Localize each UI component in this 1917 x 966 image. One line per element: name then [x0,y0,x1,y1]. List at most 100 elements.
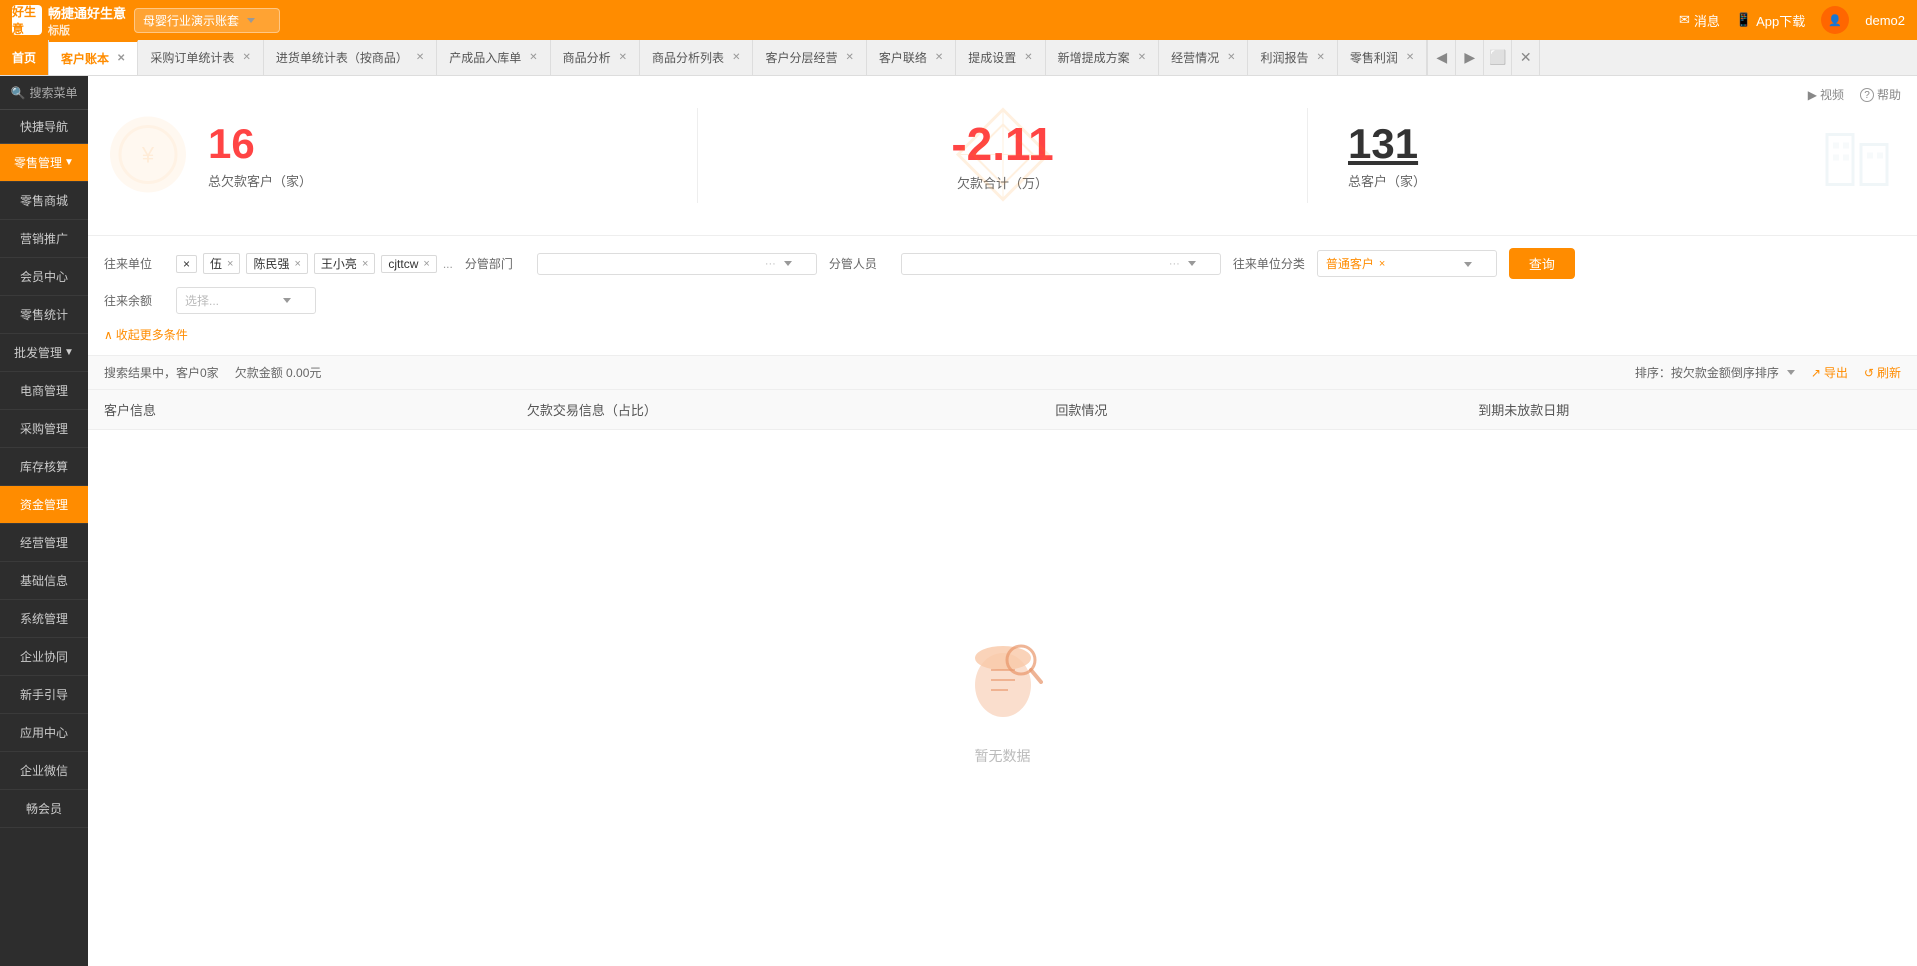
person-select[interactable]: ··· [901,253,1221,275]
remove-unit-class[interactable]: × [1379,258,1385,270]
sort-chevron-icon [1787,370,1795,375]
sidebar-item-wholesale-mgmt[interactable]: 批发管理 ▼ [0,334,88,372]
sort-select[interactable]: 排序：按欠款金额倒序排序 [1635,364,1795,381]
sidebar-item-system-mgmt[interactable]: 系统管理 [0,600,88,638]
balance-select[interactable]: 选择... [176,287,316,314]
tab-business-status[interactable]: 经营情况 ✕ [1159,40,1248,75]
tab-purchase-order[interactable]: 采购订单统计表 ✕ [138,40,263,75]
logo-icon: 好生意 [12,5,42,35]
message-btn[interactable]: ✉ 消息 [1679,11,1720,30]
tab-production-inbound[interactable]: 产成品入库单 ✕ [437,40,550,75]
top-bar-left: 好生意 畅捷通好生意 标版 母婴行业演示账套 [12,3,280,38]
remove-tag-cjttcw[interactable]: × [423,258,429,270]
tab-inbound-by-product[interactable]: 进货单统计表（按商品） ✕ [264,40,437,75]
sidebar-search[interactable]: 🔍 搜索菜单 [0,76,88,110]
person-clear-icon[interactable]: ··· [1169,258,1180,270]
close-tab-icon[interactable]: ✕ [845,52,853,63]
sidebar-item-retail-stats[interactable]: 零售统计 [0,296,88,334]
help-btn[interactable]: ? 帮助 [1860,86,1901,103]
tab-customer-contact[interactable]: 客户联络 ✕ [867,40,956,75]
tab-profit-report[interactable]: 利润报告 ✕ [1248,40,1337,75]
close-tab-icon[interactable]: ✕ [732,52,740,63]
tab-home[interactable]: 首页 [0,40,49,75]
app-download-btn[interactable]: 📱 App下载 [1736,11,1805,30]
template-selector[interactable]: 母婴行业演示账套 [134,8,280,33]
nav-close-all-btn[interactable]: ✕ [1512,40,1540,75]
sidebar-item-chang-member[interactable]: 畅会员 [0,790,88,828]
nav-next-btn[interactable]: ▶ [1456,40,1484,75]
unit-class-tag: 普通客户 × [1326,255,1385,272]
tab-add-commission[interactable]: 新增提成方案 ✕ [1046,40,1159,75]
sidebar-item-ecommerce[interactable]: 电商管理 [0,372,88,410]
sidebar-item-enterprise-collab[interactable]: 企业协同 [0,638,88,676]
dept-chevron-icon [784,261,792,266]
sidebar-quick-nav[interactable]: 快捷导航 [0,110,88,144]
nav-prev-btn[interactable]: ◀ [1428,40,1456,75]
close-tab-icon[interactable]: ✕ [529,52,537,63]
close-tab-icon[interactable]: ✕ [1406,52,1414,63]
stat-debt-amount: -2.11 欠款合计（万） [698,99,1307,213]
expand-icon: ▼ [64,157,74,168]
collapse-btn[interactable]: ∧ 收起更多条件 [104,326,1901,343]
close-tab-icon[interactable]: ✕ [1317,52,1325,63]
remove-tag-wang[interactable]: × [362,258,368,270]
close-tab-icon[interactable]: ✕ [117,53,125,64]
user-avatar[interactable]: 👤 [1821,6,1849,34]
sidebar-item-basic-info[interactable]: 基础信息 [0,562,88,600]
refresh-btn[interactable]: ↺ 刷新 [1864,364,1901,381]
export-icon: ↗ [1811,366,1821,380]
stat-total-customers: 131 总客户（家） [1308,101,1917,210]
close-tab-icon[interactable]: ✕ [619,52,627,63]
sidebar: 🔍 搜索菜单 快捷导航 零售管理 ▼ 零售商城 营销推广 会员中心 零售统计 批… [0,76,88,966]
sidebar-item-inventory[interactable]: 库存核算 [0,448,88,486]
close-tab-icon[interactable]: ✕ [416,52,424,63]
more-tags-btn[interactable]: ... [443,257,453,271]
video-btn[interactable]: ▶ 视频 [1808,86,1844,103]
remove-tag-wu[interactable]: × [227,258,233,270]
sidebar-item-purchase-mgmt[interactable]: 采购管理 [0,410,88,448]
total-customers-label: 总客户（家） [1348,171,1426,190]
close-tab-icon[interactable]: ✕ [1024,52,1032,63]
top-bar: 好生意 畅捷通好生意 标版 母婴行业演示账套 ✉ 消息 📱 App下载 👤 de… [0,0,1917,40]
close-tab-icon[interactable]: ✕ [1227,52,1235,63]
search-label: 搜索菜单 [29,84,77,101]
close-tab-icon[interactable]: ✕ [935,52,943,63]
close-tab-icon[interactable]: ✕ [242,52,250,63]
sidebar-item-retail-mall[interactable]: 零售商城 [0,182,88,220]
col-debt-info: 欠款交易信息（占比） [527,400,1056,419]
quick-nav-label: 快捷导航 [20,120,68,134]
dept-select[interactable]: ··· [537,253,817,275]
sidebar-item-new-guide[interactable]: 新手引导 [0,676,88,714]
unit-all-tag: × [176,255,197,273]
message-icon: ✉ [1679,12,1690,28]
balance-chevron-icon [283,298,291,303]
close-tab-icon[interactable]: ✕ [1138,52,1146,63]
dept-clear-icon[interactable]: ··· [765,258,776,270]
tab-commission-settings[interactable]: 提成设置 ✕ [956,40,1045,75]
tab-product-analysis[interactable]: 商品分析 ✕ [551,40,640,75]
sidebar-item-operation-mgmt[interactable]: 经营管理 [0,524,88,562]
unit-class-select[interactable]: 普通客户 × [1317,250,1497,277]
username[interactable]: demo2 [1865,13,1905,28]
sidebar-item-enterprise-wechat[interactable]: 企业微信 [0,752,88,790]
balance-label: 往来余额 [104,292,164,309]
diamond-bg-icon [953,104,1053,207]
filter-row-1: 往来单位 × 伍 × 陈民强 × 王小亮 × [104,248,1901,279]
building-bg-icon [1817,114,1897,197]
sidebar-item-app-center[interactable]: 应用中心 [0,714,88,752]
sidebar-item-retail-mgmt[interactable]: 零售管理 ▼ [0,144,88,182]
tab-customer-tier[interactable]: 客户分层经营 ✕ [753,40,866,75]
tab-retail-profit[interactable]: 零售利润 ✕ [1338,40,1427,75]
remove-tag-chen[interactable]: × [294,258,300,270]
debt-customers-number: 16 [208,121,312,167]
nav-maximize-btn[interactable]: ⬜ [1484,40,1512,75]
sidebar-item-capital-mgmt[interactable]: 资金管理 [0,486,88,524]
query-button[interactable]: 查询 [1509,248,1575,279]
sidebar-item-member-center[interactable]: 会员中心 [0,258,88,296]
col-repayment: 回款情况 [1055,400,1478,419]
export-btn[interactable]: ↗ 导出 [1811,364,1848,381]
tab-customer-ledger[interactable]: 客户账本 ✕ [49,40,138,75]
sidebar-item-marketing[interactable]: 营销推广 [0,220,88,258]
tab-product-analysis-list[interactable]: 商品分析列表 ✕ [640,40,753,75]
expand-icon: ▼ [64,347,74,358]
